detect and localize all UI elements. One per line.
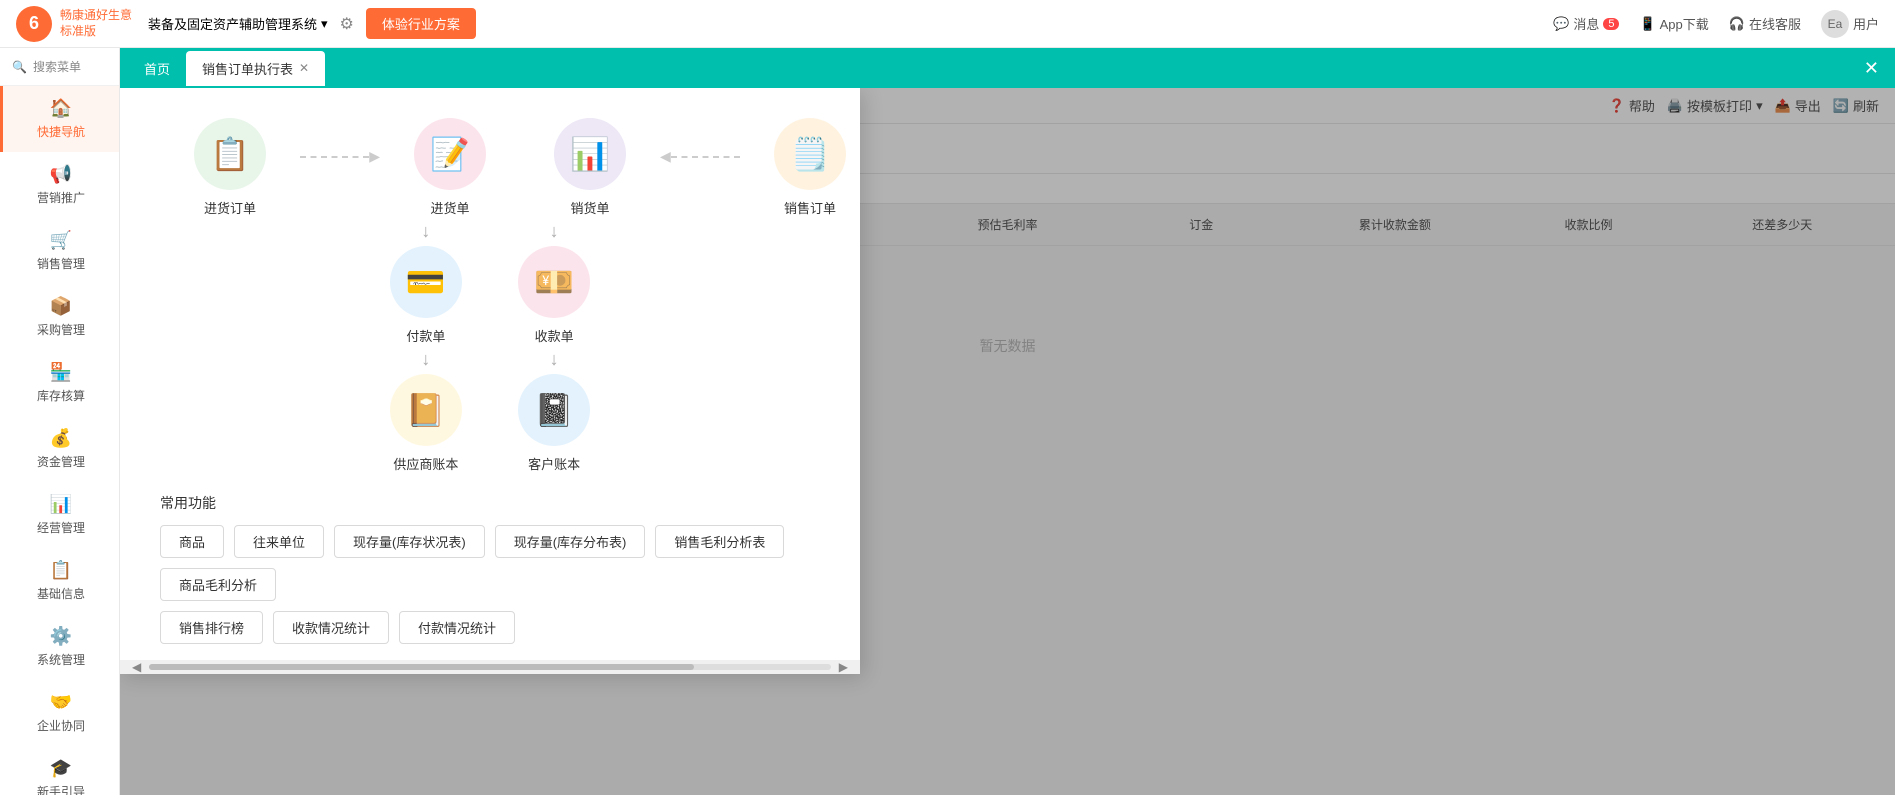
supplier-account-label: 供应商账本 (393, 454, 458, 473)
common-functions-title: 常用功能 (160, 493, 820, 513)
tab-bar: 首页 销售订单执行表 ✕ ✕ (120, 48, 1895, 88)
finance-icon: 💰 (50, 428, 72, 449)
top-bar-left: 6 畅康通好生意 标准版 装备及固定资产辅助管理系统 ▾ ⚙ 体验行业方案 (16, 6, 476, 42)
marketing-icon: 📢 (50, 164, 72, 185)
sidebar-item-system[interactable]: ⚙️ 系统管理 (0, 614, 119, 680)
func-btn-stock-status[interactable]: 现存量(库存状况表) (334, 525, 485, 558)
sidebar-search[interactable]: 🔍 搜索菜单 (0, 48, 119, 86)
system-name-label: 装备及固定资产辅助管理系统 (148, 14, 317, 33)
message-badge: 5 (1603, 18, 1619, 30)
sidebar: 🔍 搜索菜单 🏠 快捷导航 📢 营销推广 🛒 销售管理 📦 采购管理 🏪 (0, 48, 120, 795)
sidebar-item-basic-info[interactable]: 📋 基础信息 (0, 548, 119, 614)
top-bar: 6 畅康通好生意 标准版 装备及固定资产辅助管理系统 ▾ ⚙ 体验行业方案 💬 … (0, 0, 1895, 48)
customer-account-node[interactable]: 📓 (518, 374, 590, 446)
sidebar-item-purchase[interactable]: 📦 采购管理 (0, 284, 119, 350)
content-area: 首页 销售订单执行表 ✕ ✕ ❓ 帮助 🖨️ (120, 48, 1895, 795)
system-name-dropdown[interactable]: 装备及固定资产辅助管理系统 ▾ (148, 14, 328, 33)
inventory-icon: 🏪 (50, 362, 72, 383)
tab-close-icon[interactable]: ✕ (299, 61, 309, 75)
purchase-order-label: 进货订单 (204, 198, 256, 217)
sales-bill-label: 销货单 (570, 198, 609, 217)
operations-icon: 📊 (50, 494, 72, 515)
func-btn-sales-rank[interactable]: 销售排行榜 (160, 611, 263, 644)
user-item[interactable]: Ea 用户 (1821, 10, 1879, 38)
sales-bill-node[interactable]: 📊 (554, 118, 626, 190)
func-btn-sales-profit[interactable]: 销售毛利分析表 (655, 525, 784, 558)
trial-button[interactable]: 体验行业方案 (366, 8, 476, 39)
message-item[interactable]: 💬 消息 5 (1553, 14, 1619, 33)
sales-icon: 🛒 (50, 230, 72, 251)
customer-account-label: 客户账本 (528, 454, 580, 473)
tab-sales-order[interactable]: 销售订单执行表 ✕ (186, 51, 325, 86)
modal-box: 📋 进货订单 ▶ (120, 88, 860, 674)
enterprise-icon: 🤝 (50, 692, 72, 713)
home-icon: 🏠 (50, 98, 72, 119)
tab-home[interactable]: 首页 (128, 51, 186, 86)
receipt-bill-node[interactable]: 💴 (518, 246, 590, 318)
func-btn-receipt-stats[interactable]: 收款情况统计 (273, 611, 389, 644)
func-btn-payment-stats[interactable]: 付款情况统计 (399, 611, 515, 644)
app-logo-icon: 6 (16, 6, 52, 42)
logo-area: 6 畅康通好生意 标准版 (16, 6, 136, 42)
chevron-down-icon: ▾ (321, 16, 328, 32)
sidebar-item-inventory[interactable]: 🏪 库存核算 (0, 350, 119, 416)
avatar: Ea (1821, 10, 1849, 38)
scroll-left-icon[interactable]: ◀ (132, 660, 141, 674)
func-buttons-row1: 商品 往来单位 现存量(库存状况表) 现存量(库存分布表) 销售毛利分析表 商品… (160, 525, 820, 601)
system-icon: ⚙️ (50, 626, 72, 647)
func-btn-product[interactable]: 商品 (160, 525, 224, 558)
sales-order-node[interactable]: 🗒️ (774, 118, 846, 190)
supplier-account-node[interactable]: 📔 (390, 374, 462, 446)
payment-bill-label: 付款单 (406, 326, 445, 345)
app-download-item[interactable]: 📱 App下载 (1639, 14, 1708, 33)
sales-order-label: 销售订单 (784, 198, 836, 217)
tab-bar-close-icon[interactable]: ✕ (1856, 58, 1887, 79)
sidebar-item-guide[interactable]: 🎓 新手引导 (0, 746, 119, 795)
message-icon: 💬 (1553, 16, 1569, 32)
purchase-bill-label: 进货单 (430, 198, 469, 217)
payment-bill-node[interactable]: 💳 (390, 246, 462, 318)
sidebar-item-enterprise[interactable]: 🤝 企业协同 (0, 680, 119, 746)
common-functions: 常用功能 商品 往来单位 现存量(库存状况表) 现存量(库存分布表) 销售毛利分… (160, 493, 820, 644)
main-area: 🔍 搜索菜单 🏠 快捷导航 📢 营销推广 🛒 销售管理 📦 采购管理 🏪 (0, 48, 1895, 795)
scroll-right-icon[interactable]: ▶ (839, 660, 848, 674)
online-service-item[interactable]: 🎧 在线客服 (1729, 14, 1801, 33)
guide-icon: 🎓 (50, 758, 72, 779)
func-buttons-row2: 销售排行榜 收款情况统计 付款情况统计 (160, 611, 820, 644)
purchase-order-node[interactable]: 📋 (194, 118, 266, 190)
sidebar-item-finance[interactable]: 💰 资金管理 (0, 416, 119, 482)
page-content: ❓ 帮助 🖨️ 按模板打印 ▾ 📤 导出 🔄 刷新 (120, 88, 1895, 795)
basic-info-icon: 📋 (50, 560, 72, 581)
sidebar-item-operations[interactable]: 📊 经营管理 (0, 482, 119, 548)
download-icon: 📱 (1639, 16, 1655, 32)
receipt-bill-label: 收款单 (535, 326, 574, 345)
sidebar-item-marketing[interactable]: 📢 营销推广 (0, 152, 119, 218)
search-icon: 🔍 (12, 60, 27, 74)
purchase-bill-node[interactable]: 📝 (414, 118, 486, 190)
logo-text: 畅康通好生意 标准版 (60, 8, 132, 39)
func-btn-product-profit[interactable]: 商品毛利分析 (160, 568, 276, 601)
top-bar-right: 💬 消息 5 📱 App下载 🎧 在线客服 Ea 用户 (1553, 10, 1879, 38)
purchase-icon: 📦 (50, 296, 72, 317)
func-btn-partners[interactable]: 往来单位 (234, 525, 324, 558)
service-icon: 🎧 (1729, 16, 1745, 32)
sidebar-item-sales[interactable]: 🛒 销售管理 (0, 218, 119, 284)
sidebar-item-quick-nav[interactable]: 🏠 快捷导航 (0, 86, 119, 152)
modal-overlay: 📋 进货订单 ▶ (120, 88, 1895, 795)
func-btn-stock-dist[interactable]: 现存量(库存分布表) (495, 525, 646, 558)
settings-icon[interactable]: ⚙ (340, 14, 354, 34)
